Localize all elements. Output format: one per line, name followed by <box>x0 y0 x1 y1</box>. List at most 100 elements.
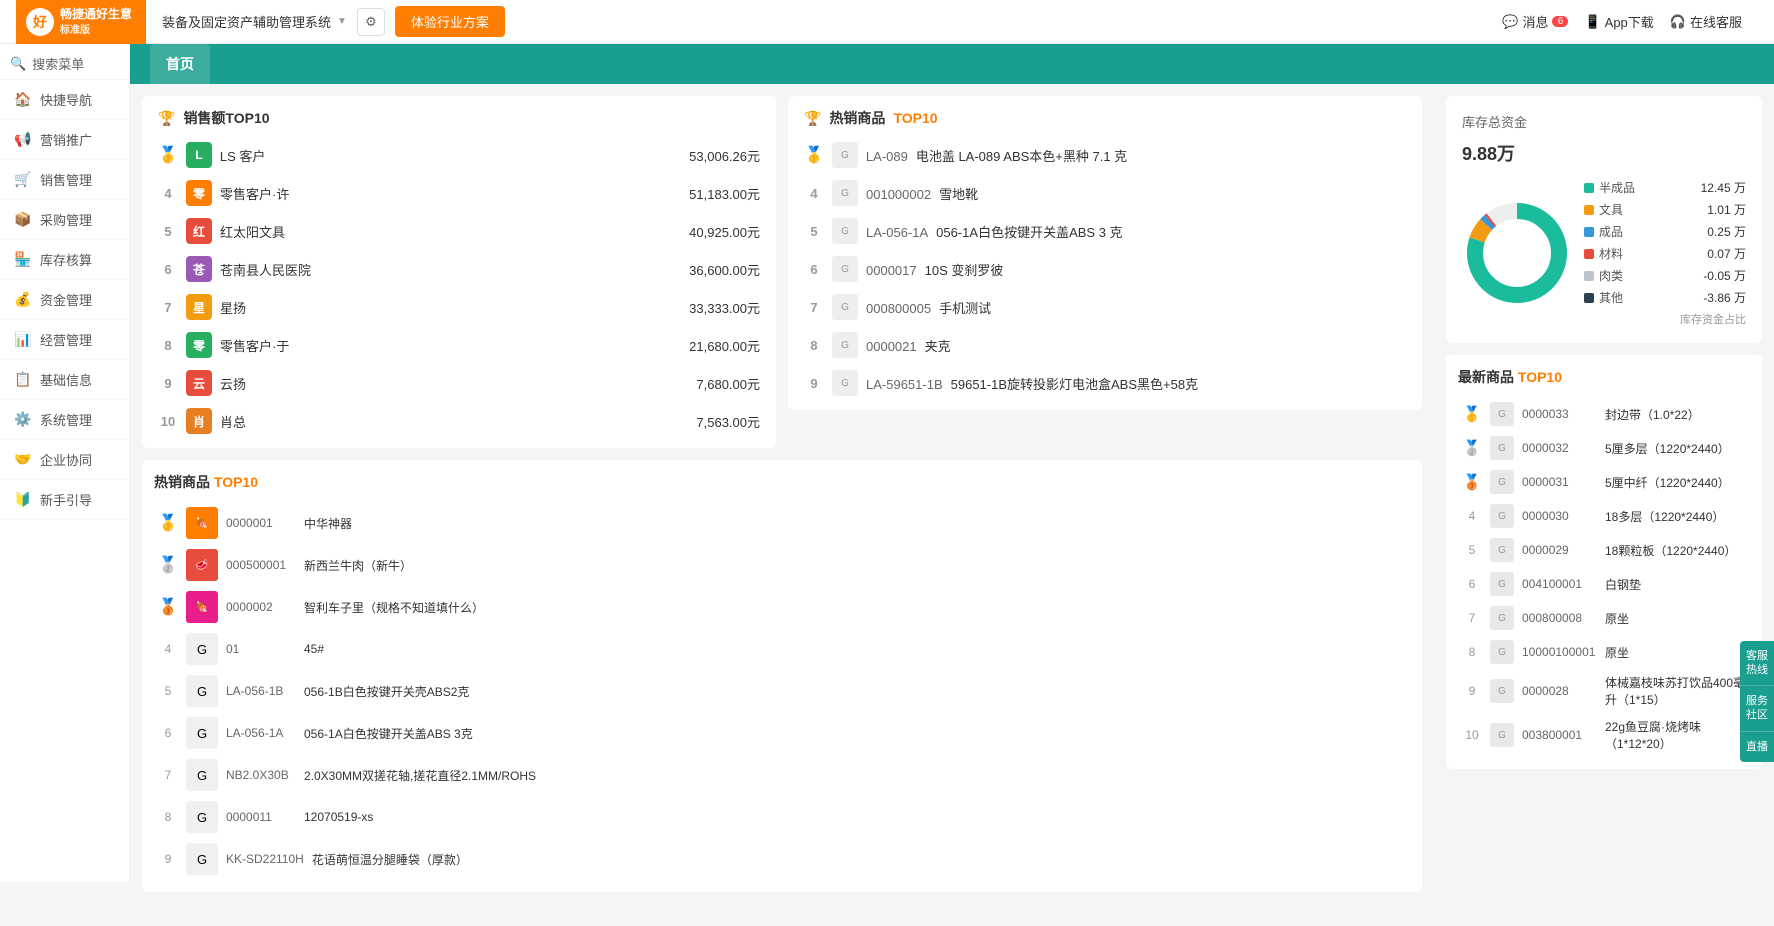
hot-product-row[interactable]: 7 G NB2.0X30B 2.0X30MM双搓花轴,搓花直径2.1MM/ROH… <box>154 754 1410 796</box>
new-product-row[interactable]: 🥈 G 0000032 5厘多层（1220*2440） <box>1458 431 1750 465</box>
new-product-row[interactable]: 🥉 G 0000031 5厘中纤（1220*2440） <box>1458 465 1750 499</box>
product-info: LA-59651-1B59651-1B旋转投影灯电池盒ABS黑色+58克 <box>866 374 1406 393</box>
app-download-button[interactable]: 📱 App下载 <box>1584 12 1653 31</box>
new-product-name: 18多层（1220*2440） <box>1605 508 1746 525</box>
sidebar-item-inventory[interactable]: 🏪 库存核算 <box>0 240 129 280</box>
product-name: 智利车子里（规格不知道填什么） <box>304 599 1406 616</box>
system-selector[interactable]: 装备及固定资产辅助管理系统 ▼ <box>162 12 347 31</box>
product-info: LA-056-1A056-1A白色按键开关盖ABS 3 克 <box>866 222 1406 241</box>
online-service-button[interactable]: 🎧 在线客服 <box>1670 12 1742 31</box>
customer-service-button[interactable]: 客服热线 <box>1740 641 1774 687</box>
new-product-row[interactable]: 9 G 0000028 体械嘉枝味苏打饮品400毫升（1*15） <box>1458 669 1750 713</box>
try-button[interactable]: 体验行业方案 <box>395 6 505 37</box>
new-product-row[interactable]: 10 G 003800001 22g鱼豆腐·烧烤味（1*12*20） <box>1458 713 1750 757</box>
sidebar-item-marketing[interactable]: 📢 营销推广 <box>0 120 129 160</box>
sales-icon: 🛒 <box>14 171 32 189</box>
product-name: 45# <box>304 642 1406 656</box>
hot-product-row[interactable]: 🥇 🍖 0000001 中华神器 <box>154 502 1410 544</box>
sidebar-item-operations[interactable]: 📊 经营管理 <box>0 320 129 360</box>
new-product-row[interactable]: 🥇 G 0000033 封边带（1.0*22） <box>1458 397 1750 431</box>
rank-num: 9 <box>158 852 178 866</box>
customer-rank-item[interactable]: 4 零 零售客户·许 51,183.00元 <box>150 174 768 212</box>
guide-icon: 🔰 <box>14 491 32 509</box>
home-tab[interactable]: 首页 <box>150 44 210 84</box>
sidebar-label-operations: 经营管理 <box>40 330 92 349</box>
customer-rank-item[interactable]: 5 红 红太阳文具 40,925.00元 <box>150 212 768 250</box>
sidebar-item-cooperation[interactable]: 🤝 企业协同 <box>0 440 129 480</box>
hot-product-row[interactable]: 🥉 🍖 0000002 智利车子里（规格不知道填什么） <box>154 586 1410 628</box>
sidebar-item-system[interactable]: ⚙️ 系统管理 <box>0 400 129 440</box>
hot-product-row[interactable]: 9 G KK-SD22110H 花语萌恒温分腿睡袋（厚款） <box>154 838 1410 880</box>
customer-rank-item[interactable]: 🥇 L LS 客户 53,006.26元 <box>150 136 768 174</box>
customer-name: 云扬 <box>220 374 688 393</box>
service-community-button[interactable]: 服务社区 <box>1740 686 1774 732</box>
hot-product-row[interactable]: 8 G 0000011 12070519-xs <box>154 796 1410 838</box>
new-product-row[interactable]: 6 G 004100001 白钢垫 <box>1458 567 1750 601</box>
sidebar-item-quick-nav[interactable]: 🏠 快捷导航 <box>0 80 129 120</box>
new-product-thumb: G <box>1490 572 1514 596</box>
product-info: LA-089电池盖 LA-089 ABS本色+黑种 7.1 克 <box>866 146 1406 165</box>
new-product-row[interactable]: 7 G 000800008 原坐 <box>1458 601 1750 635</box>
sidebar-item-purchase[interactable]: 📦 采购管理 <box>0 200 129 240</box>
hot-product-row[interactable]: 6 G LA-056-1A 056-1A白色按键开关盖ABS 3克 <box>154 712 1410 754</box>
product-rank-item[interactable]: 9 G LA-59651-1B59651-1B旋转投影灯电池盒ABS黑色+58克 <box>796 364 1414 402</box>
sidebar-item-finance[interactable]: 💰 资金管理 <box>0 280 129 320</box>
layout: 🔍 搜索菜单 🏠 快捷导航 📢 营销推广 🛒 销售管理 📦 采购管理 🏪 库存核… <box>0 44 1774 916</box>
gear-button[interactable]: ⚙ <box>357 8 385 36</box>
customer-rank-item[interactable]: 8 零 零售客户·于 21,680.00元 <box>150 326 768 364</box>
rank-num: 10 <box>158 414 178 429</box>
hot-product-row[interactable]: 🥈 🥩 000500001 新西兰牛肉（新牛） <box>154 544 1410 586</box>
rank-num: 6 <box>1462 577 1482 591</box>
sidebar-label-basic-info: 基础信息 <box>40 370 92 389</box>
product-code: 000500001 <box>226 558 296 572</box>
sidebar-item-guide[interactable]: 🔰 新手引导 <box>0 480 129 520</box>
sidebar-item-basic-info[interactable]: 📋 基础信息 <box>0 360 129 400</box>
rank-num: 5 <box>158 684 178 698</box>
customer-rank-item[interactable]: 9 云 云扬 7,680.00元 <box>150 364 768 402</box>
product-rank-item[interactable]: 5 G LA-056-1A056-1A白色按键开关盖ABS 3 克 <box>796 212 1414 250</box>
product-info: 000800005手机测试 <box>866 298 1406 317</box>
new-product-thumb: G <box>1490 470 1514 494</box>
legend-item: 半成品 12.45 万 <box>1584 179 1746 196</box>
hot-product-row[interactable]: 4 G 01 45# <box>154 628 1410 670</box>
product-rank-item[interactable]: 7 G 000800005手机测试 <box>796 288 1414 326</box>
product-rank-item[interactable]: 🥇 G LA-089电池盖 LA-089 ABS本色+黑种 7.1 克 <box>796 136 1414 174</box>
new-product-code: 0000030 <box>1522 509 1597 523</box>
new-product-row[interactable]: 4 G 0000030 18多层（1220*2440） <box>1458 499 1750 533</box>
logo: 好 畅捷通好生意 标准版 <box>16 0 146 44</box>
new-product-code: 003800001 <box>1522 728 1597 742</box>
search-menu[interactable]: 🔍 搜索菜单 <box>0 44 129 80</box>
new-product-code: 0000028 <box>1522 684 1597 698</box>
product-name: 12070519-xs <box>304 810 1406 824</box>
sidebar-item-sales[interactable]: 🛒 销售管理 <box>0 160 129 200</box>
product-thumbnail: G <box>186 843 218 875</box>
topbar-right: 💬 消息 6 📱 App下载 🎧 在线客服 <box>1502 12 1758 31</box>
donut-svg <box>1462 198 1572 308</box>
new-product-row[interactable]: 5 G 0000029 18颗粒板（1220*2440） <box>1458 533 1750 567</box>
top-label: TOP10 <box>214 474 258 490</box>
rank-num: 5 <box>158 224 178 239</box>
new-product-code: 10000100001 <box>1522 645 1597 659</box>
rank-num: 4 <box>804 186 824 201</box>
customer-rank-item[interactable]: 7 星 星扬 33,333.00元 <box>150 288 768 326</box>
rank-num: 8 <box>158 338 178 353</box>
customer-rank-item[interactable]: 10 肖 肖总 7,563.00元 <box>150 402 768 440</box>
new-product-row[interactable]: 8 G 10000100001 原坐 <box>1458 635 1750 669</box>
topbar: 好 畅捷通好生意 标准版 装备及固定资产辅助管理系统 ▼ ⚙ 体验行业方案 💬 … <box>0 0 1774 44</box>
product-rank-item[interactable]: 8 G 0000021夹克 <box>796 326 1414 364</box>
product-info: 001000002雪地靴 <box>866 184 1406 203</box>
hot-product-rank-card: 🏆 热销商品 TOP10 🥇 G LA-089电池盖 LA-089 ABS本色+… <box>788 96 1422 410</box>
customer-rank-item[interactable]: 6 苍 苍南县人民医院 36,600.00元 <box>150 250 768 288</box>
trophy-icon: 🏆 <box>158 110 175 127</box>
new-product-name: 原坐 <box>1605 644 1746 661</box>
home-icon: 🏠 <box>14 91 32 109</box>
notifications-button[interactable]: 💬 消息 6 <box>1502 12 1568 31</box>
product-rank-item[interactable]: 4 G 001000002雪地靴 <box>796 174 1414 212</box>
customer-avatar: 星 <box>186 294 212 320</box>
product-rank-item[interactable]: 6 G 000001710S 变刹罗彼 <box>796 250 1414 288</box>
product-code: NB2.0X30B <box>226 768 296 782</box>
new-product-thumb: G <box>1490 679 1514 703</box>
live-stream-button[interactable]: 直播 <box>1740 732 1774 762</box>
hot-product-row[interactable]: 5 G LA-056-1B 056-1B白色按键开关壳ABS2克 <box>154 670 1410 712</box>
customer-name: 零售客户·于 <box>220 336 681 355</box>
